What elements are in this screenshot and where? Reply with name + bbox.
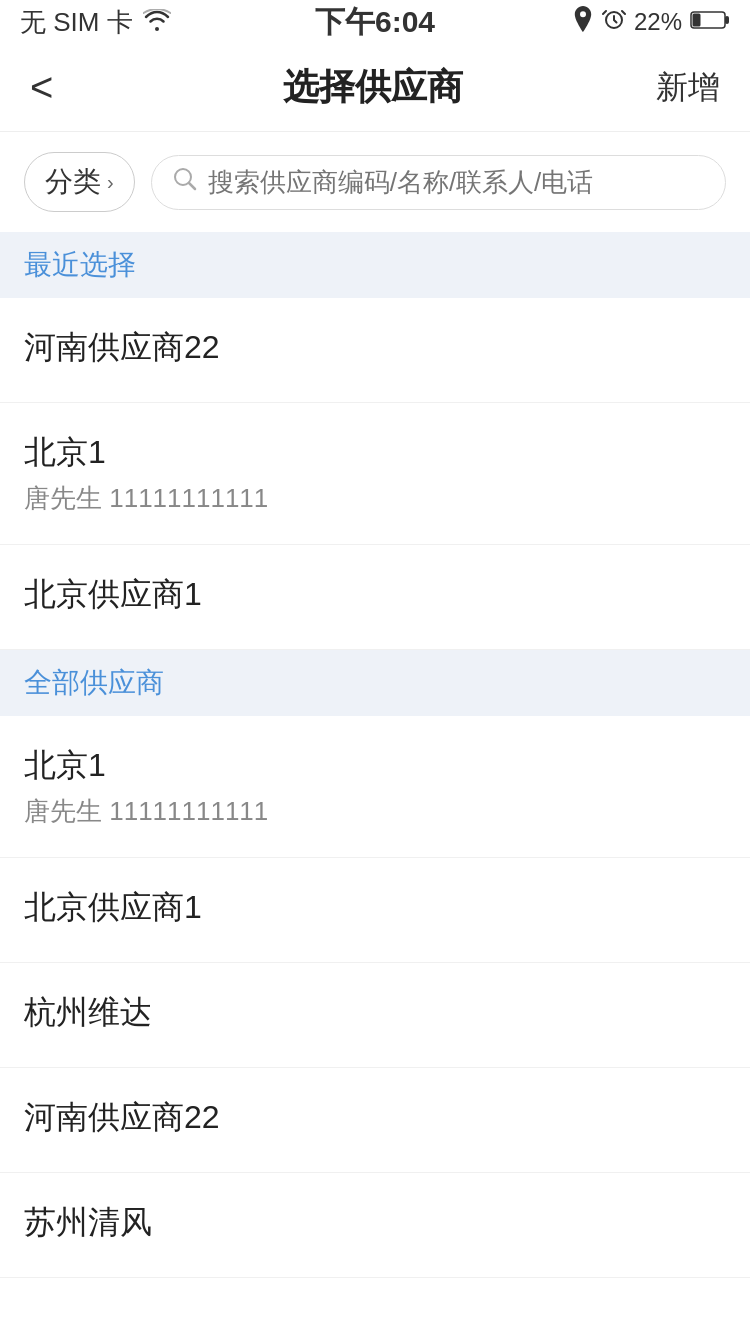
section-header-recent: 最近选择 bbox=[0, 232, 750, 298]
section-header-all: 全部供应商 bbox=[0, 650, 750, 716]
item-name: 北京1 bbox=[24, 431, 726, 475]
list-item[interactable]: 北京供应商1 bbox=[0, 858, 750, 963]
new-action-button[interactable]: 新增 bbox=[656, 66, 720, 110]
item-name: 北京1 bbox=[24, 744, 726, 788]
list-item[interactable]: 苏州清风 bbox=[0, 1173, 750, 1278]
list-item[interactable]: 杭州维达 bbox=[0, 963, 750, 1068]
supplier-list: 最近选择河南供应商22 北京1 唐先生 11111111111 北京供应商1 全部供应商… bbox=[0, 232, 750, 1278]
list-item[interactable]: 河南供应商22 bbox=[0, 298, 750, 403]
item-name: 河南供应商22 bbox=[24, 1096, 726, 1140]
item-name: 苏州清风 bbox=[24, 1201, 726, 1245]
section-header-text: 全部供应商 bbox=[24, 667, 164, 698]
nav-bar: < 选择供应商 新增 bbox=[0, 44, 750, 132]
status-time: 下午6:04 bbox=[315, 2, 435, 43]
svg-rect-3 bbox=[693, 14, 701, 27]
location-icon bbox=[572, 6, 594, 38]
back-button[interactable]: < bbox=[30, 65, 90, 110]
item-contact: 唐先生 11111111111 bbox=[24, 794, 726, 829]
alarm-icon bbox=[602, 7, 626, 37]
list-item[interactable]: 河南供应商22 bbox=[0, 1068, 750, 1173]
category-label: 分类 bbox=[45, 163, 101, 201]
filter-bar: 分类 › bbox=[0, 132, 750, 232]
page-title: 选择供应商 bbox=[283, 63, 463, 112]
carrier-text: 无 SIM 卡 bbox=[20, 5, 133, 40]
search-icon bbox=[172, 166, 198, 199]
item-name: 北京供应商1 bbox=[24, 886, 726, 930]
list-item[interactable]: 北京1 唐先生 11111111111 bbox=[0, 716, 750, 858]
status-right: 22% bbox=[572, 6, 730, 38]
item-name: 杭州维达 bbox=[24, 991, 726, 1035]
item-contact: 唐先生 11111111111 bbox=[24, 481, 726, 516]
battery-icon bbox=[690, 8, 730, 36]
wifi-icon bbox=[143, 7, 171, 38]
item-name: 北京供应商1 bbox=[24, 573, 726, 617]
svg-rect-2 bbox=[725, 16, 729, 24]
chevron-right-icon: › bbox=[107, 171, 114, 194]
battery-text: 22% bbox=[634, 8, 682, 36]
status-bar: 无 SIM 卡 下午6:04 22% bbox=[0, 0, 750, 44]
list-item[interactable]: 北京1 唐先生 11111111111 bbox=[0, 403, 750, 545]
category-button[interactable]: 分类 › bbox=[24, 152, 135, 212]
search-box[interactable] bbox=[151, 155, 726, 210]
item-name: 河南供应商22 bbox=[24, 326, 726, 370]
search-input[interactable] bbox=[208, 167, 705, 198]
status-left: 无 SIM 卡 bbox=[20, 5, 171, 40]
list-item[interactable]: 北京供应商1 bbox=[0, 545, 750, 650]
section-header-text: 最近选择 bbox=[24, 249, 136, 280]
